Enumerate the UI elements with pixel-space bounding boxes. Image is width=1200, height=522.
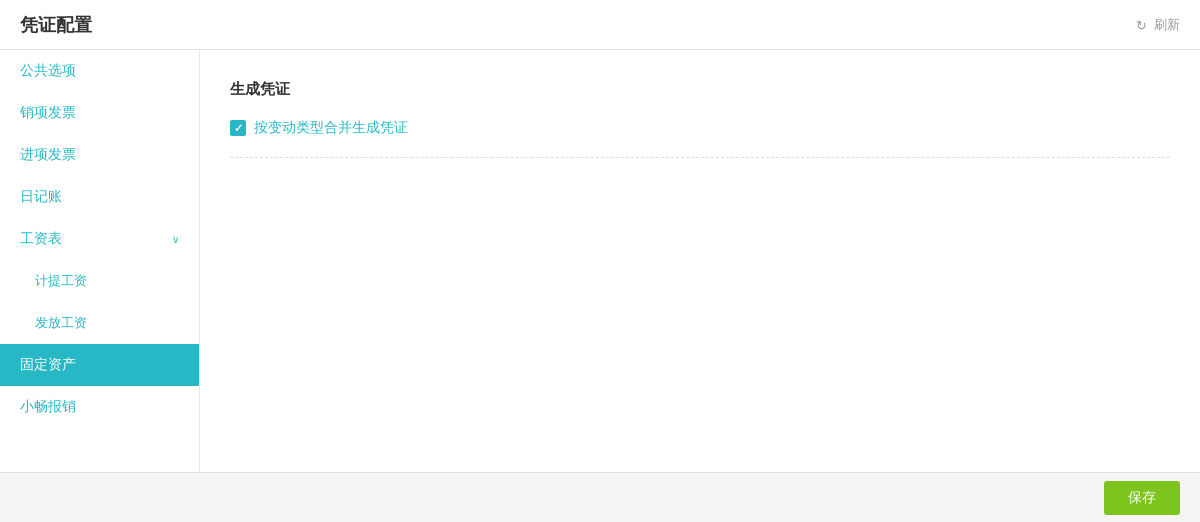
checkbox-label[interactable]: 按变动类型合并生成凭证 — [254, 119, 408, 137]
sidebar-item-label: 计提工资 — [35, 272, 87, 290]
sidebar-item-label: 销项发票 — [20, 104, 76, 122]
sidebar-item-expense-report[interactable]: 小畅报销 — [0, 386, 199, 428]
section-title: 生成凭证 — [230, 80, 1170, 99]
merge-by-type-checkbox[interactable]: ✓ — [230, 120, 246, 136]
sidebar-item-calc-payroll[interactable]: 计提工资 — [0, 260, 199, 302]
sidebar-item-label: 发放工资 — [35, 314, 87, 332]
sidebar-item-label: 固定资产 — [20, 356, 76, 374]
refresh-label: 刷新 — [1154, 16, 1180, 34]
refresh-icon: ↻ — [1136, 18, 1150, 32]
sidebar-item-label: 工资表 — [20, 230, 62, 248]
sidebar-item-public-options[interactable]: 公共选项 — [0, 50, 199, 92]
page-header: 凭证配置 ↻ 刷新 — [0, 0, 1200, 50]
sidebar-item-fixed-assets[interactable]: 固定资产 — [0, 344, 199, 386]
sidebar-item-label: 公共选项 — [20, 62, 76, 80]
sidebar-item-purchase-invoice[interactable]: 进项发票 — [0, 134, 199, 176]
main-layout: 公共选项 销项发票 进项发票 日记账 工资表 ∨ 计提工资 发放工资 — [0, 50, 1200, 472]
refresh-button[interactable]: ↻ 刷新 — [1136, 16, 1180, 34]
page-wrapper: 凭证配置 ↻ 刷新 公共选项 销项发票 进项发票 日记账 工资表 ∨ — [0, 0, 1200, 522]
sidebar-item-label: 日记账 — [20, 188, 62, 206]
checkbox-row: ✓ 按变动类型合并生成凭证 — [230, 119, 1170, 137]
section-divider — [230, 157, 1170, 158]
sidebar-item-pay-payroll[interactable]: 发放工资 — [0, 302, 199, 344]
sidebar-item-journal[interactable]: 日记账 — [0, 176, 199, 218]
page-title: 凭证配置 — [20, 13, 92, 37]
sidebar-item-payroll-table[interactable]: 工资表 ∨ — [0, 218, 199, 260]
sidebar-item-label: 进项发票 — [20, 146, 76, 164]
page-footer: 保存 — [0, 472, 1200, 522]
sidebar-item-label: 小畅报销 — [20, 398, 76, 416]
chevron-down-icon: ∨ — [172, 234, 179, 245]
checkmark-icon: ✓ — [234, 122, 243, 135]
save-button[interactable]: 保存 — [1104, 481, 1180, 515]
sidebar-item-sales-invoice[interactable]: 销项发票 — [0, 92, 199, 134]
sidebar: 公共选项 销项发票 进项发票 日记账 工资表 ∨ 计提工资 发放工资 — [0, 50, 200, 472]
content-area: 生成凭证 ✓ 按变动类型合并生成凭证 — [200, 50, 1200, 472]
